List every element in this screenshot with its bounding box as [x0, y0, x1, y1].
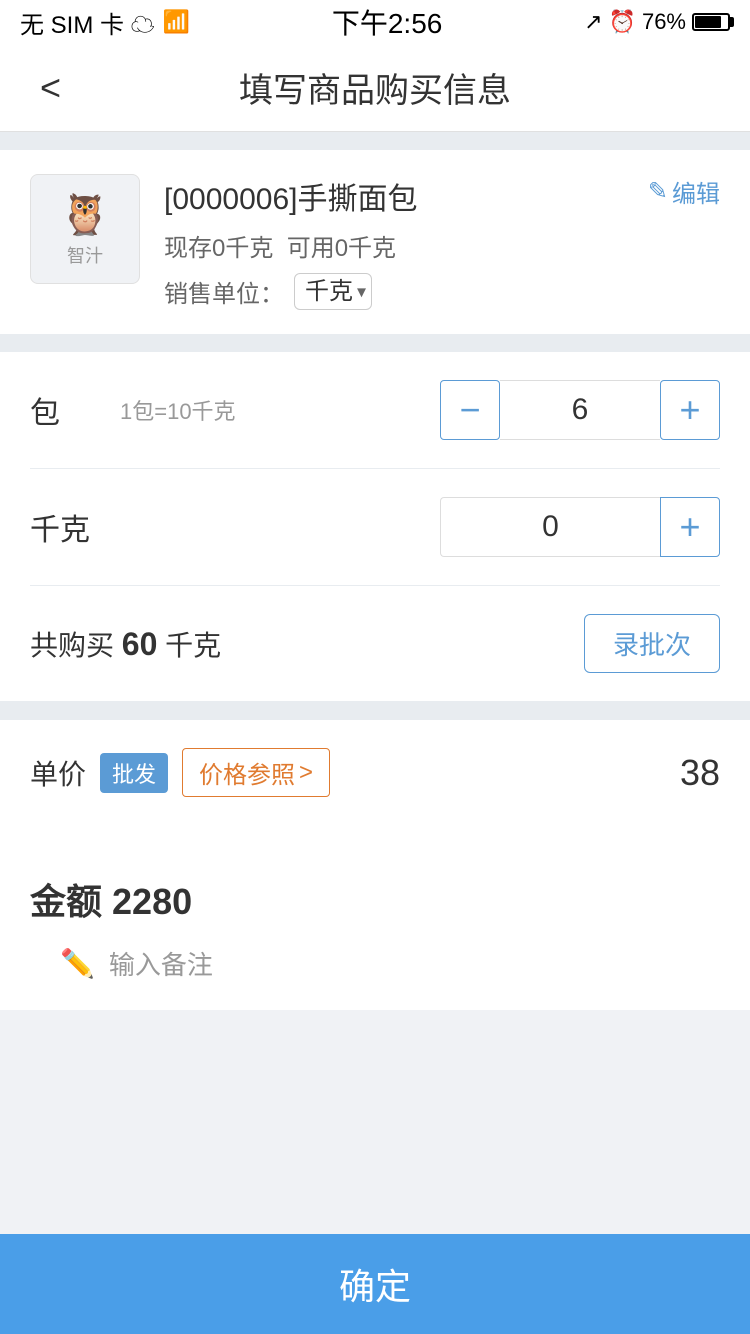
amount-label: 金额 2280 — [30, 881, 192, 922]
unit-select[interactable]: 千克 包 — [294, 273, 372, 310]
status-left: 无 SIM 卡 ☁ 📶 — [20, 5, 190, 40]
product-name: [0000006]手撕面包 — [164, 174, 417, 218]
wifi-icon: 📶 — [163, 9, 190, 35]
package-control: − + — [440, 380, 720, 440]
nav-bar: < 填写商品购买信息 — [0, 44, 750, 132]
kilogram-label: 千克 — [30, 505, 440, 549]
package-hint: 1包=10千克 — [120, 394, 440, 426]
product-card: 🦉 智汁 [0000006]手撕面包 ✎ 编辑 现存0千克 可用0千克 销售单位… — [0, 150, 750, 334]
product-info: [0000006]手撕面包 ✎ 编辑 现存0千克 可用0千克 销售单位： 千克 … — [164, 174, 720, 310]
status-right: ↗ ⏰ 76% — [584, 9, 730, 35]
price-ref-button[interactable]: 价格参照 > — [182, 748, 330, 797]
package-row: 包 1包=10千克 − + — [30, 352, 720, 469]
product-logo-label: 智汁 — [67, 242, 103, 268]
package-plus-button[interactable]: + — [660, 380, 720, 440]
price-ref-arrow: > — [299, 759, 313, 787]
unit-select-wrap[interactable]: 千克 包 — [294, 273, 372, 310]
product-unit-row: 销售单位： 千克 包 — [164, 273, 720, 310]
total-label: 共购买 60 千克 — [30, 624, 584, 664]
note-row[interactable]: ✏️ 输入备注 — [30, 925, 720, 1010]
package-label: 包 — [30, 388, 110, 432]
section-divider-1 — [0, 132, 750, 150]
product-stock: 现存0千克 可用0千克 — [164, 228, 720, 263]
product-logo-icon: 🦉 — [60, 191, 110, 238]
status-bar: 无 SIM 卡 ☁ 📶 下午2:56 ↗ ⏰ 76% — [0, 0, 750, 44]
note-icon: ✏️ — [60, 947, 95, 980]
amount-section: 金额 2280 ✏️ 输入备注 — [0, 825, 750, 1010]
kilogram-row: 千克 + — [30, 469, 720, 586]
price-value: 38 — [680, 752, 720, 794]
confirm-button-label: 确定 — [339, 1258, 411, 1310]
status-time: 下午2:56 — [332, 2, 443, 42]
edit-button[interactable]: ✎ 编辑 — [648, 174, 720, 209]
note-text: 输入备注 — [109, 945, 213, 982]
total-row: 共购买 60 千克 录批次 — [0, 586, 750, 701]
package-minus-button[interactable]: − — [440, 380, 500, 440]
edit-icon: ✎ — [648, 177, 668, 206]
location-icon: ↗ — [584, 9, 602, 35]
section-divider-3 — [0, 701, 750, 719]
sim-label: 无 SIM 卡 ☁ — [20, 5, 155, 40]
product-image: 🦉 智汁 — [30, 174, 140, 284]
package-input[interactable] — [500, 380, 660, 440]
price-section: 单价 批发 价格参照 > 38 — [0, 719, 750, 825]
alarm-icon: ⏰ — [609, 9, 636, 35]
kilogram-control: + — [440, 497, 720, 557]
price-label: 单价 — [30, 753, 86, 793]
battery-percent: 76% — [642, 9, 686, 35]
kilogram-input[interactable] — [440, 497, 660, 557]
section-divider-2 — [0, 334, 750, 352]
page-title: 填写商品购买信息 — [239, 63, 511, 112]
form-section: 包 1包=10千克 − + 千克 + — [0, 352, 750, 586]
kilogram-plus-button[interactable]: + — [660, 497, 720, 557]
battery-icon — [692, 13, 730, 31]
price-tag: 批发 — [100, 753, 168, 793]
confirm-button[interactable]: 确定 — [0, 1234, 750, 1334]
back-button[interactable]: < — [30, 57, 71, 119]
empty-area — [0, 1010, 750, 1234]
price-row: 单价 批发 价格参照 > 38 — [30, 748, 720, 797]
batch-button[interactable]: 录批次 — [584, 614, 720, 673]
